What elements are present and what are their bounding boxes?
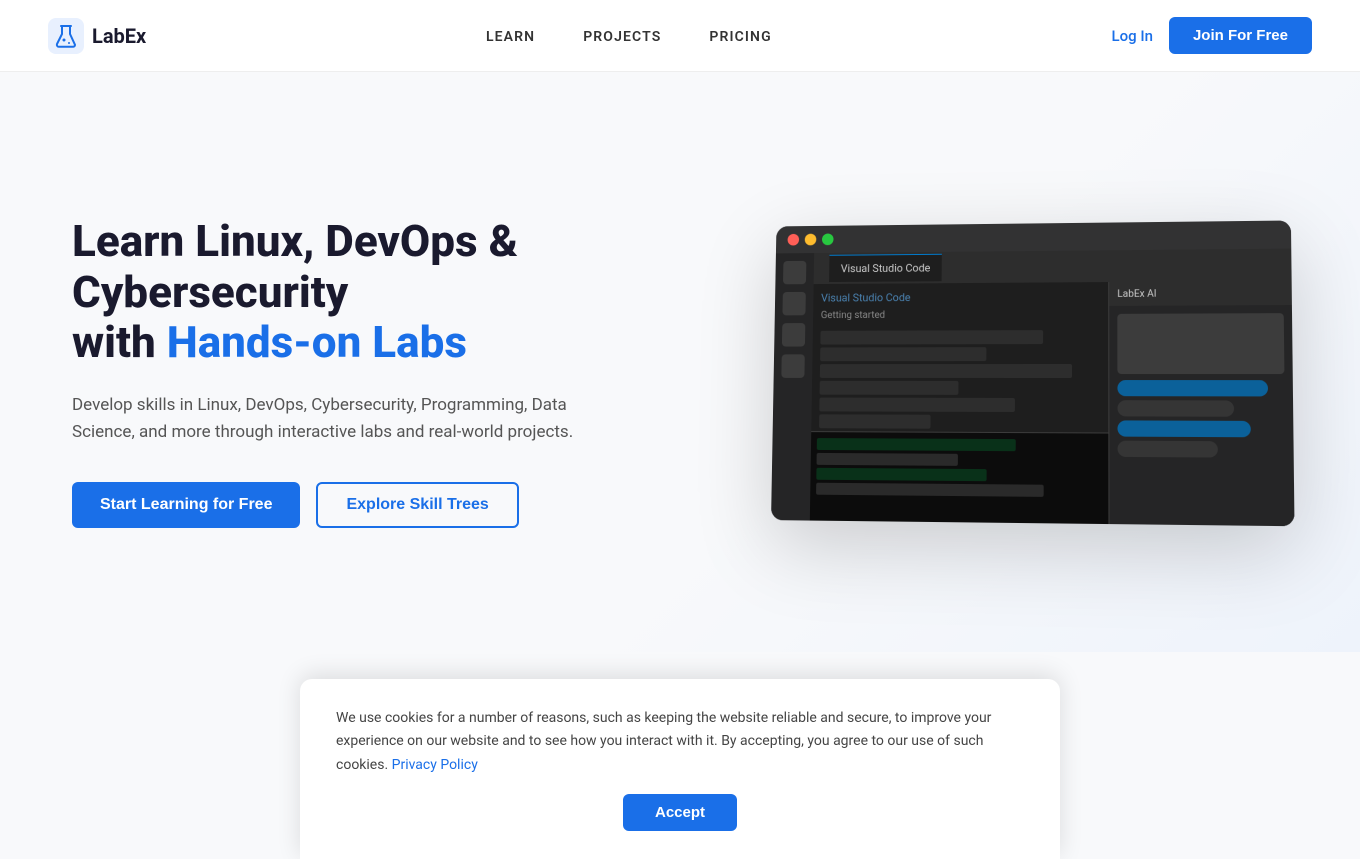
vscode-editor: Visual Studio Code Getting started [810, 282, 1109, 524]
vscode-tab-label: Visual Studio Code [841, 262, 931, 275]
vscode-icon-debug [781, 354, 804, 378]
vscode-icon-git [782, 323, 805, 346]
logo-link[interactable]: LabEx [48, 18, 146, 54]
window-close-dot [788, 234, 800, 246]
hero-content: Learn Linux, DevOps & Cybersecurity with… [72, 216, 592, 528]
vscode-welcome-heading: Visual Studio Code [821, 290, 1100, 304]
nav-link-pricing[interactable]: PRICING [709, 29, 771, 45]
start-learning-button[interactable]: Start Learning for Free [72, 482, 300, 528]
hero-title-with: with [72, 316, 167, 368]
hero-buttons: Start Learning for Free Explore Skill Tr… [72, 482, 592, 528]
panel-content [1109, 305, 1294, 470]
chat-bubble-3 [1117, 420, 1251, 437]
code-line-2 [820, 347, 987, 361]
vscode-welcome-sub: Getting started [821, 309, 1100, 321]
cookie-banner: We use cookies for a number of reasons, … [300, 679, 1060, 859]
vscode-right-panel: LabEx AI [1108, 281, 1294, 526]
hero-title-line1: Learn Linux, DevOps & Cybersecurity [72, 215, 518, 318]
explore-skill-trees-button[interactable]: Explore Skill Trees [316, 482, 518, 528]
terminal-line-4 [816, 483, 1044, 497]
code-line-1 [820, 330, 1043, 344]
vscode-tabbar: Visual Studio Code [814, 249, 1292, 285]
panel-header: LabEx AI [1109, 281, 1292, 306]
nav-item-pricing[interactable]: PRICING [709, 26, 771, 45]
window-maximize-dot [822, 233, 834, 245]
privacy-policy-link[interactable]: Privacy Policy [392, 757, 478, 773]
nav-actions: Log In Join For Free [1112, 17, 1312, 54]
panel-card-1 [1117, 313, 1284, 374]
chat-bubble-4 [1118, 441, 1218, 458]
vscode-activity-bar [771, 253, 814, 521]
terminal-line-3 [816, 468, 986, 481]
login-button[interactable]: Log In [1112, 27, 1153, 45]
nav-links: LEARN PROJECTS PRICING [486, 26, 772, 45]
cookie-text: We use cookies for a number of reasons, … [336, 707, 1024, 778]
hero-screenshot: Visual Studio Code Visual Studio Code Ge… [771, 220, 1294, 526]
terminal-line-1 [817, 438, 1016, 451]
terminal-line-2 [817, 453, 958, 466]
hero-subtitle: Develop skills in Linux, DevOps, Cyberse… [72, 392, 592, 446]
nav-item-projects[interactable]: PROJECTS [583, 26, 661, 45]
hero-screenshot-container: Visual Studio Code Visual Studio Code Ge… [768, 222, 1288, 522]
vscode-tab: Visual Studio Code [829, 254, 942, 282]
window-minimize-dot [805, 234, 817, 246]
vscode-content: Visual Studio Code Getting started [810, 281, 1295, 526]
vscode-main: Visual Studio Code Visual Studio Code Ge… [810, 249, 1295, 527]
code-line-3 [820, 364, 1072, 378]
chat-bubble-2 [1117, 400, 1234, 417]
logo-icon [48, 18, 84, 54]
vscode-terminal [810, 431, 1109, 524]
hero-section: Learn Linux, DevOps & Cybersecurity with… [0, 72, 1360, 652]
accept-cookies-button[interactable]: Accept [623, 794, 737, 831]
join-button[interactable]: Join For Free [1169, 17, 1312, 54]
code-line-6 [819, 414, 930, 428]
vscode-icon-files [783, 261, 806, 284]
hero-title-highlight: Hands-on Labs [167, 316, 467, 368]
code-line-4 [820, 381, 959, 395]
screenshot-body: Visual Studio Code Visual Studio Code Ge… [771, 249, 1294, 527]
hero-title: Learn Linux, DevOps & Cybersecurity with… [72, 216, 592, 368]
vscode-icon-search [782, 292, 805, 315]
chat-bubble-1 [1117, 380, 1267, 396]
nav-item-learn[interactable]: LEARN [486, 26, 535, 45]
logo-text: LabEx [92, 24, 146, 48]
code-line-5 [819, 398, 1014, 412]
nav-link-learn[interactable]: LEARN [486, 29, 535, 45]
navbar: LabEx LEARN PROJECTS PRICING Log In Join… [0, 0, 1360, 72]
nav-link-projects[interactable]: PROJECTS [583, 29, 661, 45]
